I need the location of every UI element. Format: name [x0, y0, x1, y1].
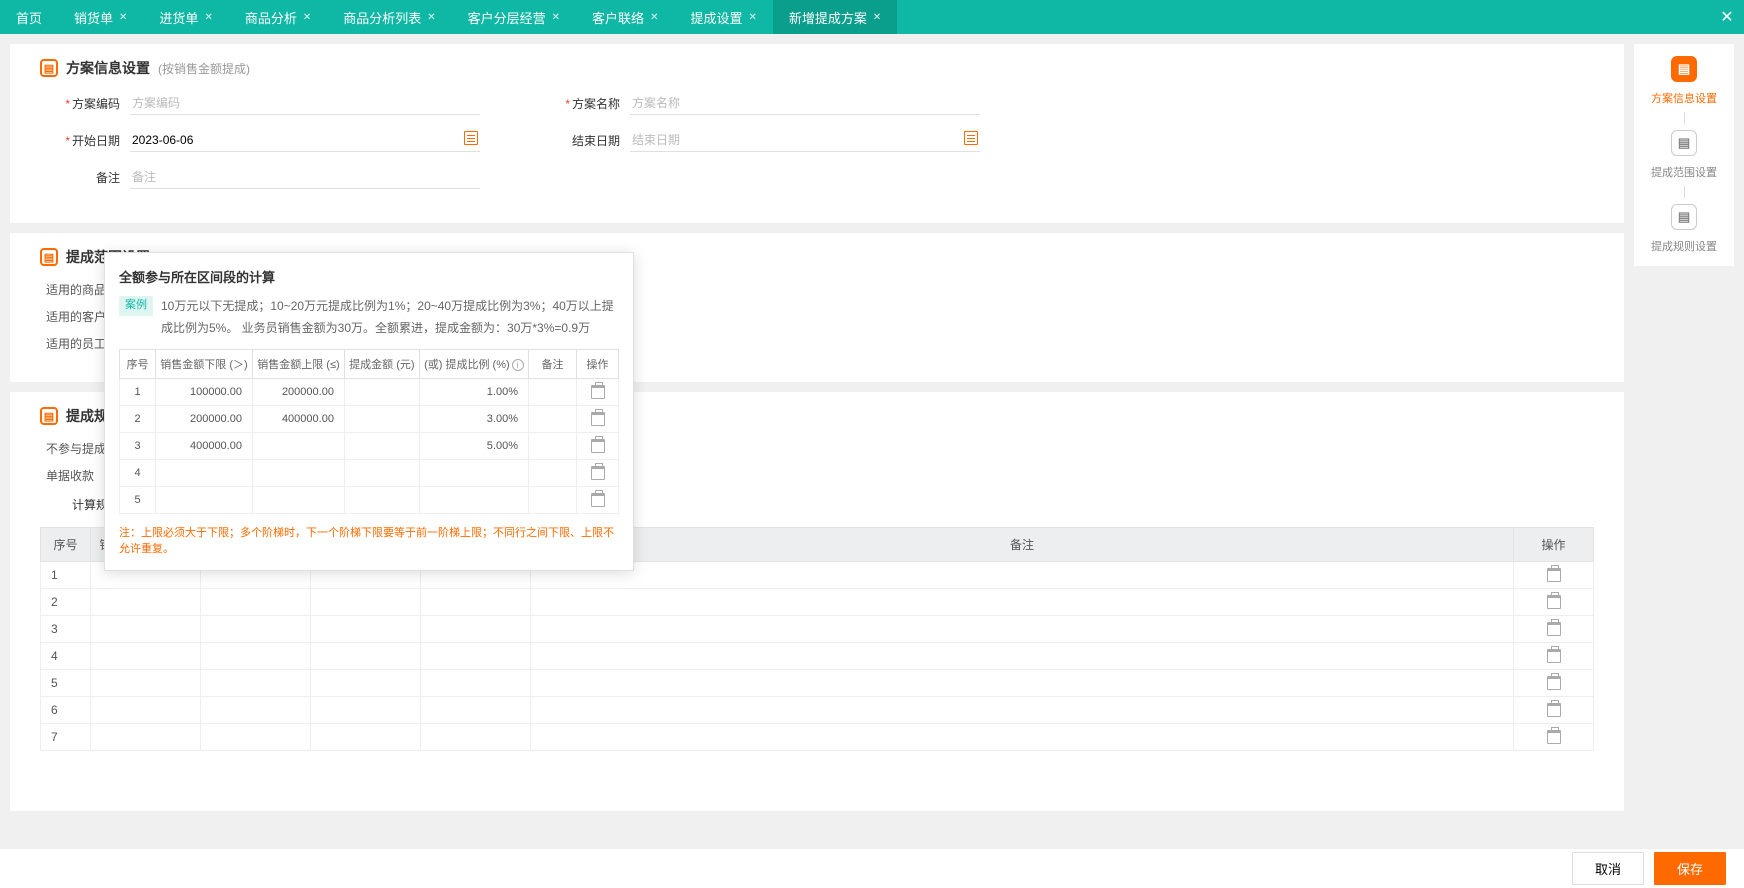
- close-icon[interactable]: ✕: [748, 12, 756, 23]
- calendar-icon[interactable]: [964, 131, 978, 145]
- close-icon[interactable]: ✕: [873, 12, 881, 23]
- tab-goods-analysis[interactable]: 商品分析✕: [229, 0, 327, 34]
- delete-icon[interactable]: [591, 493, 605, 507]
- step-3-label: 提成规则设置: [1651, 238, 1717, 254]
- cancel-button[interactable]: 取消: [1572, 852, 1644, 885]
- delete-icon[interactable]: [1547, 676, 1561, 690]
- section-icon: ▤: [40, 59, 58, 77]
- tab-sales[interactable]: 销货单✕: [58, 0, 143, 34]
- popover-table: 序号 销售金额下限 (＞) 销售金额上限 (≤) 提成金额 (元) (或) 提成…: [119, 349, 619, 514]
- close-icon[interactable]: ✕: [303, 12, 311, 23]
- table-row: 4: [120, 460, 619, 487]
- section-icon: ▤: [40, 407, 58, 425]
- table-row: 1100000.00200000.001.00%: [120, 379, 619, 406]
- table-row[interactable]: 4: [41, 643, 1594, 670]
- case-text: 10万元以下无提成；10~20万元提成比例为1%；20~40万提成比例为3%；4…: [161, 296, 619, 339]
- delete-icon[interactable]: [591, 439, 605, 453]
- delete-icon[interactable]: [1547, 595, 1561, 609]
- tab-home[interactable]: 首页: [0, 0, 58, 34]
- step-1-icon[interactable]: ▤: [1671, 56, 1697, 82]
- table-row[interactable]: 2: [41, 589, 1594, 616]
- delete-icon[interactable]: [1547, 622, 1561, 636]
- tab-goods-analysis-list[interactable]: 商品分析列表✕: [327, 0, 451, 34]
- remark-input[interactable]: [130, 166, 480, 189]
- close-icon[interactable]: ✕: [119, 12, 127, 23]
- section-title: 方案信息设置: [66, 58, 150, 78]
- step-1-label: 方案信息设置: [1651, 90, 1717, 106]
- tab-purchase[interactable]: 进货单✕: [143, 0, 228, 34]
- plan-name-input[interactable]: [630, 92, 980, 115]
- close-icon[interactable]: ✕: [427, 12, 435, 23]
- calendar-icon[interactable]: [464, 131, 478, 145]
- delete-icon[interactable]: [1547, 568, 1561, 582]
- tab-bar: 首页 销货单✕ 进货单✕ 商品分析✕ 商品分析列表✕ 客户分层经营✕ 客户联络✕…: [0, 0, 1744, 34]
- popover-title: 全额参与所在区间段的计算: [119, 267, 619, 286]
- table-row[interactable]: 5: [41, 670, 1594, 697]
- table-row[interactable]: 7: [41, 724, 1594, 751]
- delete-icon[interactable]: [591, 412, 605, 426]
- table-row: 5: [120, 487, 619, 514]
- close-all-tabs[interactable]: ✕: [1710, 0, 1744, 34]
- steps-nav: ▤ 方案信息设置 ▤ 提成范围设置 ▤ 提成规则设置: [1634, 44, 1734, 266]
- step-3-icon[interactable]: ▤: [1671, 204, 1697, 230]
- footer-bar: 取消 保存: [0, 848, 1744, 888]
- tab-customer-tier[interactable]: 客户分层经营✕: [452, 0, 576, 34]
- save-button[interactable]: 保存: [1654, 852, 1726, 885]
- table-row[interactable]: 6: [41, 697, 1594, 724]
- delete-icon[interactable]: [591, 466, 605, 480]
- delete-icon[interactable]: [1547, 730, 1561, 744]
- section-plan-info: ▤ 方案信息设置 (按销售金额提成) *方案编码 *方案名称 *开始日期: [10, 44, 1624, 223]
- end-date-input[interactable]: [630, 129, 980, 152]
- delete-icon[interactable]: [1547, 649, 1561, 663]
- interval-full-popover: 全额参与所在区间段的计算 案例 10万元以下无提成；10~20万元提成比例为1%…: [104, 252, 634, 571]
- delete-icon[interactable]: [591, 385, 605, 399]
- delete-icon[interactable]: [1547, 703, 1561, 717]
- close-icon[interactable]: ✕: [552, 12, 560, 23]
- table-row: 2200000.00400000.003.00%: [120, 406, 619, 433]
- close-icon[interactable]: ✕: [204, 12, 212, 23]
- step-2-label: 提成范围设置: [1651, 164, 1717, 180]
- start-date-input[interactable]: [130, 129, 480, 152]
- section-icon: ▤: [40, 248, 58, 266]
- close-icon[interactable]: ✕: [650, 12, 658, 23]
- tab-customer-contact[interactable]: 客户联络✕: [576, 0, 674, 34]
- case-badge: 案例: [119, 296, 153, 316]
- step-2-icon[interactable]: ▤: [1671, 130, 1697, 156]
- table-row: 3400000.005.00%: [120, 433, 619, 460]
- plan-code-input[interactable]: [130, 92, 480, 115]
- info-icon[interactable]: i: [512, 359, 524, 371]
- table-row[interactable]: 3: [41, 616, 1594, 643]
- tab-new-commission[interactable]: 新增提成方案✕: [773, 0, 897, 34]
- section-subtitle: (按销售金额提成): [158, 60, 250, 77]
- popover-warning: 注：上限必须大于下限；多个阶梯时，下一个阶梯下限要等于前一阶梯上限；不同行之间下…: [119, 524, 619, 556]
- tab-commission-settings[interactable]: 提成设置✕: [674, 0, 772, 34]
